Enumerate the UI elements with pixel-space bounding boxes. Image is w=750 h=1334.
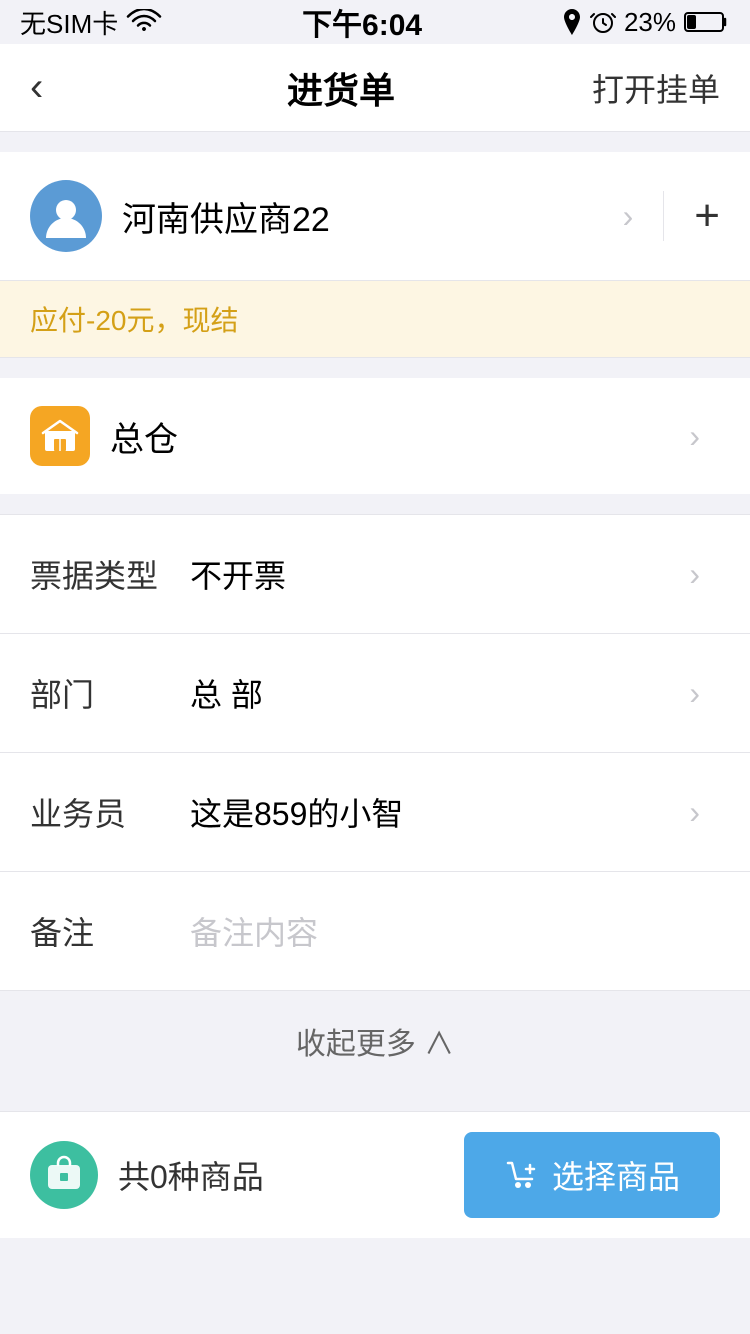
alarm-icon xyxy=(590,9,616,35)
select-product-label: 选择商品 xyxy=(552,1152,680,1198)
open-pending-button[interactable]: 打开挂单 xyxy=(592,65,720,111)
cart-plus-icon xyxy=(504,1157,540,1193)
bottom-bar: 共0种商品 选择商品 xyxy=(0,1111,750,1238)
form-card: 票据类型 不开票 › 部门 总 部 › 业务员 这是859的小智 › 备注 备注… xyxy=(0,514,750,1091)
carrier-info: 无SIM卡 xyxy=(20,4,162,41)
battery-icon xyxy=(684,10,730,34)
bill-type-label: 票据类型 xyxy=(30,551,190,597)
collapse-row[interactable]: 收起更多 ∧ xyxy=(0,990,750,1091)
warehouse-name: 总仓 xyxy=(110,412,689,461)
back-button[interactable]: ‹ xyxy=(30,65,90,110)
section-gap-3 xyxy=(0,494,750,514)
warehouse-icon xyxy=(41,417,79,455)
wifi-icon xyxy=(126,9,162,35)
status-bar: 无SIM卡 下午6:04 23% xyxy=(0,0,750,44)
sales-person-row[interactable]: 业务员 这是859的小智 › xyxy=(0,752,750,871)
section-gap-1 xyxy=(0,132,750,152)
sales-person-chevron-icon: › xyxy=(689,794,700,831)
time-display: 下午6:04 xyxy=(302,0,422,44)
sales-person-value: 这是859的小智 xyxy=(190,789,689,835)
dept-row[interactable]: 部门 总 部 › xyxy=(0,633,750,752)
product-count-label: 共0种商品 xyxy=(118,1152,464,1198)
system-icons: 23% xyxy=(562,7,730,38)
warehouse-row[interactable]: 总仓 › xyxy=(0,378,750,494)
person-icon xyxy=(44,194,88,238)
page-title: 进货单 xyxy=(287,62,395,114)
warehouse-icon-wrap xyxy=(30,406,90,466)
remark-row[interactable]: 备注 备注内容 xyxy=(0,871,750,990)
remark-input[interactable]: 备注内容 xyxy=(190,908,720,954)
location-icon xyxy=(562,9,582,35)
dept-chevron-icon: › xyxy=(689,675,700,712)
notice-bar: 应付-20元，现结 xyxy=(0,281,750,358)
dept-label: 部门 xyxy=(30,670,190,716)
bill-type-row[interactable]: 票据类型 不开票 › xyxy=(0,514,750,633)
bill-type-chevron-icon: › xyxy=(689,556,700,593)
battery-percentage: 23% xyxy=(624,7,676,38)
supplier-avatar xyxy=(30,180,102,252)
vertical-divider xyxy=(663,191,664,241)
nav-bar: ‹ 进货单 打开挂单 xyxy=(0,44,750,132)
add-supplier-button[interactable]: + xyxy=(674,191,720,241)
supplier-card: 河南供应商22 › + 应付-20元，现结 xyxy=(0,152,750,358)
supplier-name: 河南供应商22 xyxy=(122,192,623,241)
product-icon-wrap xyxy=(30,1141,98,1209)
bill-type-value: 不开票 xyxy=(190,551,689,597)
dept-value: 总 部 xyxy=(190,670,689,716)
product-icon xyxy=(44,1155,84,1195)
carrier-text: 无SIM卡 xyxy=(20,4,118,41)
supplier-chevron-icon: › xyxy=(623,198,634,235)
notice-text: 应付-20元，现结 xyxy=(30,305,238,336)
supplier-row[interactable]: 河南供应商22 › + xyxy=(0,152,750,281)
sales-person-label: 业务员 xyxy=(30,789,190,835)
warehouse-card[interactable]: 总仓 › xyxy=(0,378,750,494)
warehouse-chevron-icon: › xyxy=(689,418,700,455)
select-product-button[interactable]: 选择商品 xyxy=(464,1132,720,1218)
collapse-label: 收起更多 ∧ xyxy=(296,1019,454,1063)
remark-label: 备注 xyxy=(30,908,190,954)
section-gap-2 xyxy=(0,358,750,378)
